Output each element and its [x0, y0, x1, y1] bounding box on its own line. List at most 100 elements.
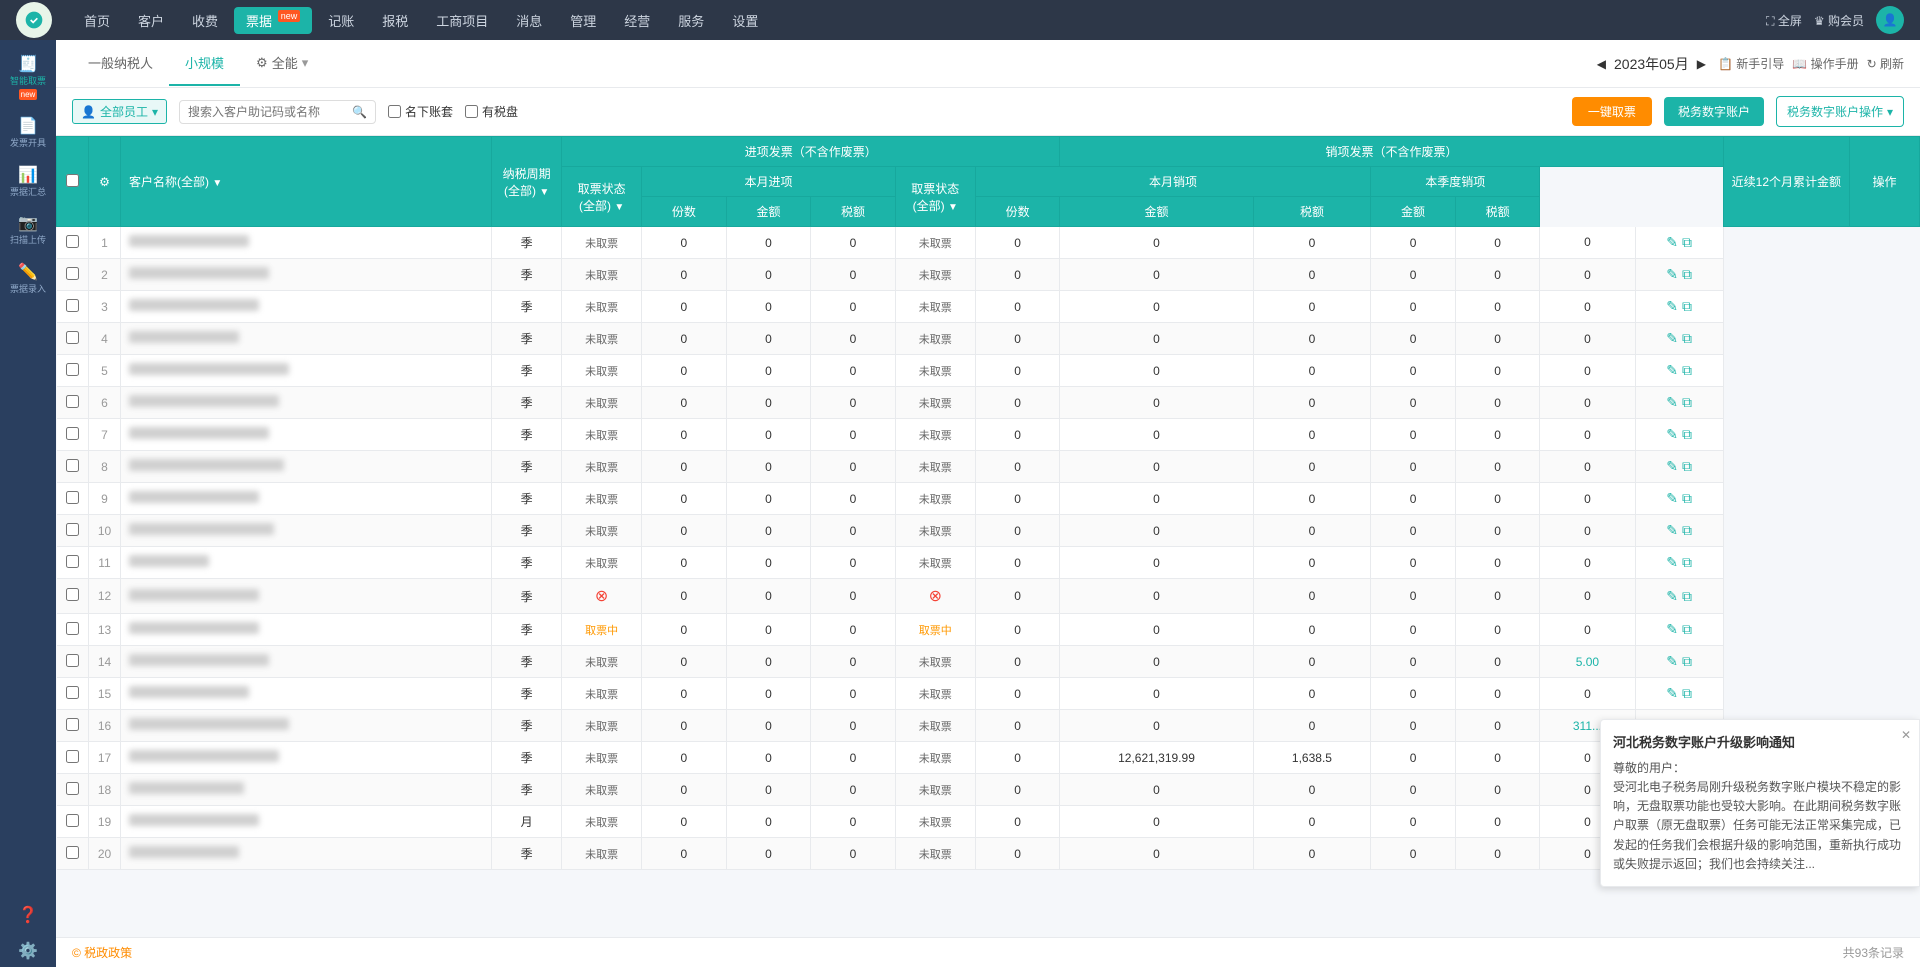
- tax-policy-link[interactable]: © 税政政策: [72, 944, 132, 961]
- row-checkbox[interactable]: [66, 718, 79, 731]
- sidebar-item-summary[interactable]: 📊 票据汇总: [0, 159, 56, 204]
- row-checkbox[interactable]: [66, 395, 79, 408]
- cum-amount-cell: 0: [1540, 323, 1635, 355]
- in-tax-cell: 0: [811, 419, 896, 451]
- nav-home[interactable]: 首页: [72, 7, 122, 34]
- nav-customer[interactable]: 客户: [126, 7, 176, 34]
- row-checkbox[interactable]: [66, 235, 79, 248]
- sidebar-item-settings[interactable]: ⚙️: [0, 935, 56, 967]
- copy-icon[interactable]: ⧉: [1682, 653, 1692, 670]
- edit-icon[interactable]: ✎: [1666, 426, 1678, 443]
- edit-icon[interactable]: ✎: [1666, 490, 1678, 507]
- copy-icon[interactable]: ⧉: [1682, 298, 1692, 315]
- account-checkbox[interactable]: [388, 105, 401, 118]
- nav-manage[interactable]: 管理: [558, 7, 608, 34]
- edit-icon[interactable]: ✎: [1666, 621, 1678, 638]
- sidebar-item-open-invoice[interactable]: 📄 发票开具: [0, 110, 56, 155]
- checkbox-account[interactable]: 名下账套: [388, 103, 453, 120]
- sidebar-item-scan[interactable]: 📷 扫描上传: [0, 207, 56, 252]
- sidebar-item-entry[interactable]: ✏️ 票据录入: [0, 256, 56, 301]
- nav-invoice[interactable]: 票据 new: [234, 7, 312, 34]
- row-checkbox[interactable]: [66, 622, 79, 635]
- tax-digital-account-button[interactable]: 税务数字账户: [1664, 97, 1764, 126]
- notification-close-button[interactable]: ✕: [1901, 728, 1911, 742]
- row-checkbox[interactable]: [66, 846, 79, 859]
- nav-tax[interactable]: 报税: [370, 7, 420, 34]
- copy-icon[interactable]: ⧉: [1682, 458, 1692, 475]
- row-checkbox[interactable]: [66, 363, 79, 376]
- tab-allround[interactable]: ⚙ 全能 ▾: [240, 41, 324, 86]
- one-key-ticket-button[interactable]: 一键取票: [1572, 97, 1652, 126]
- nav-operation[interactable]: 经营: [612, 7, 662, 34]
- prev-month-button[interactable]: ◀: [1597, 57, 1606, 71]
- select-all-checkbox[interactable]: [66, 174, 79, 187]
- row-checkbox[interactable]: [66, 459, 79, 472]
- edit-icon[interactable]: ✎: [1666, 330, 1678, 347]
- in-status-cell: 未取票: [562, 451, 642, 483]
- sidebar-item-smart-ticket[interactable]: 🧾 智能取票 new: [0, 48, 56, 106]
- edit-icon[interactable]: ✎: [1666, 522, 1678, 539]
- row-checkbox[interactable]: [66, 491, 79, 504]
- edit-icon[interactable]: ✎: [1666, 588, 1678, 605]
- row-checkbox[interactable]: [66, 686, 79, 699]
- search-input[interactable]: [188, 105, 348, 119]
- copy-icon[interactable]: ⧉: [1682, 588, 1692, 605]
- row-number: 9: [89, 483, 121, 515]
- edit-icon[interactable]: ✎: [1666, 394, 1678, 411]
- row-checkbox[interactable]: [66, 523, 79, 536]
- tax-digital-account-op-button[interactable]: 税务数字账户操作 ▾: [1776, 96, 1904, 127]
- next-month-button[interactable]: ▶: [1697, 57, 1706, 71]
- tax-period-cell: 季: [492, 547, 562, 579]
- nav-service[interactable]: 服务: [666, 7, 716, 34]
- copy-icon[interactable]: ⧉: [1682, 490, 1692, 507]
- out-tax-cell: 0: [1253, 614, 1371, 646]
- nav-commerce[interactable]: 工商项目: [424, 7, 500, 34]
- new-guide-link[interactable]: 📋 新手引导: [1718, 55, 1784, 72]
- copy-icon[interactable]: ⧉: [1682, 685, 1692, 702]
- copy-icon[interactable]: ⧉: [1682, 621, 1692, 638]
- copy-icon[interactable]: ⧉: [1682, 362, 1692, 379]
- edit-icon[interactable]: ✎: [1666, 458, 1678, 475]
- copy-icon[interactable]: ⧉: [1682, 266, 1692, 283]
- user-avatar[interactable]: 👤: [1876, 6, 1904, 34]
- edit-icon[interactable]: ✎: [1666, 653, 1678, 670]
- row-checkbox[interactable]: [66, 814, 79, 827]
- row-checkbox[interactable]: [66, 654, 79, 667]
- row-checkbox[interactable]: [66, 750, 79, 763]
- row-checkbox[interactable]: [66, 299, 79, 312]
- nav-accounting[interactable]: 记账: [316, 7, 366, 34]
- copy-icon[interactable]: ⧉: [1682, 234, 1692, 251]
- row-checkbox-cell: [57, 387, 89, 419]
- fullscreen-action[interactable]: ⛶ 全屏: [1766, 12, 1802, 29]
- copy-icon[interactable]: ⧉: [1682, 554, 1692, 571]
- search-icon[interactable]: 🔍: [352, 105, 367, 119]
- checkbox-taxdisk[interactable]: 有税盘: [465, 103, 518, 120]
- row-checkbox[interactable]: [66, 588, 79, 601]
- copy-icon[interactable]: ⧉: [1682, 394, 1692, 411]
- manual-link[interactable]: 📖 操作手册: [1792, 55, 1858, 72]
- nav-fee[interactable]: 收费: [180, 7, 230, 34]
- edit-icon[interactable]: ✎: [1666, 298, 1678, 315]
- tab-small-scale[interactable]: 小规模: [169, 41, 240, 86]
- row-checkbox[interactable]: [66, 267, 79, 280]
- nav-settings[interactable]: 设置: [720, 7, 770, 34]
- copy-icon[interactable]: ⧉: [1682, 522, 1692, 539]
- edit-icon[interactable]: ✎: [1666, 554, 1678, 571]
- edit-icon[interactable]: ✎: [1666, 362, 1678, 379]
- copy-icon[interactable]: ⧉: [1682, 330, 1692, 347]
- refresh-link[interactable]: ↻ 刷新: [1867, 55, 1904, 72]
- sidebar-item-help[interactable]: ❓: [0, 899, 56, 931]
- copy-icon[interactable]: ⧉: [1682, 426, 1692, 443]
- row-checkbox[interactable]: [66, 331, 79, 344]
- row-checkbox[interactable]: [66, 427, 79, 440]
- edit-icon[interactable]: ✎: [1666, 234, 1678, 251]
- edit-icon[interactable]: ✎: [1666, 685, 1678, 702]
- taxdisk-checkbox[interactable]: [465, 105, 478, 118]
- edit-icon[interactable]: ✎: [1666, 266, 1678, 283]
- employee-filter[interactable]: 👤 全部员工 ▾: [72, 99, 167, 124]
- row-checkbox[interactable]: [66, 555, 79, 568]
- nav-message[interactable]: 消息: [504, 7, 554, 34]
- row-checkbox[interactable]: [66, 782, 79, 795]
- tab-general-taxpayer[interactable]: 一般纳税人: [72, 41, 169, 86]
- vip-action[interactable]: ♛ 购会员: [1814, 12, 1864, 29]
